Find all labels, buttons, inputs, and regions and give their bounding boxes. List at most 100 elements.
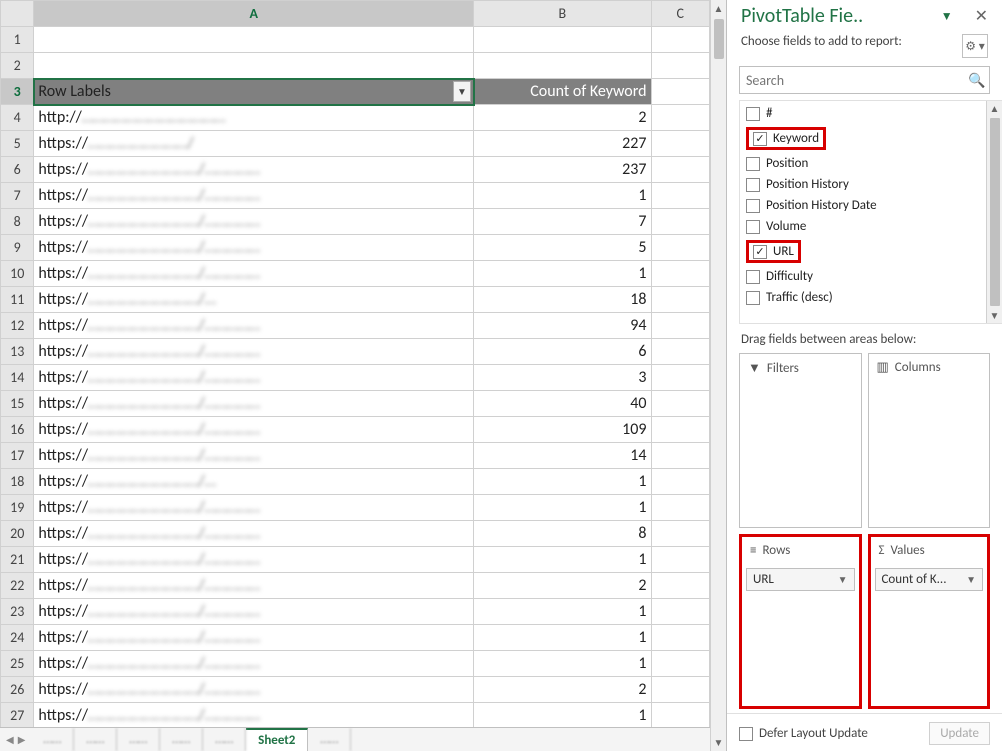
cell[interactable]: https://…………………………/… bbox=[34, 287, 474, 313]
vertical-scrollbar[interactable]: ▲ ▼ bbox=[710, 0, 726, 751]
cell[interactable]: https://…………………………/…………… bbox=[34, 599, 474, 625]
cell[interactable]: https://…………………………/…………… bbox=[34, 573, 474, 599]
row-header[interactable]: 22 bbox=[1, 573, 34, 599]
cell[interactable]: 237 bbox=[474, 157, 652, 183]
row-header[interactable]: 24 bbox=[1, 625, 34, 651]
cell[interactable]: Row Labels▼ bbox=[34, 79, 474, 105]
cell[interactable]: https://…………………………/…………… bbox=[34, 261, 474, 287]
update-button[interactable]: Update bbox=[929, 722, 990, 745]
checkbox[interactable] bbox=[753, 245, 767, 259]
row-header[interactable]: 27 bbox=[1, 703, 34, 728]
grid[interactable]: A B C 123Row Labels▼Count of Keyword4htt… bbox=[0, 0, 710, 727]
row-header[interactable]: 1 bbox=[1, 27, 34, 53]
cell[interactable]: 7 bbox=[474, 209, 652, 235]
cell[interactable] bbox=[651, 183, 710, 209]
row-header[interactable]: 11 bbox=[1, 287, 34, 313]
cell[interactable]: https://…………………………/…………… bbox=[34, 417, 474, 443]
field--[interactable]: # bbox=[740, 103, 986, 124]
cell[interactable]: https://…………………………/…………… bbox=[34, 677, 474, 703]
cell[interactable]: 1 bbox=[474, 495, 652, 521]
cell[interactable]: https://…………………………/…………… bbox=[34, 209, 474, 235]
row-header[interactable]: 12 bbox=[1, 313, 34, 339]
area-values[interactable]: ΣValues Count of K...▼ bbox=[868, 534, 991, 709]
row-header[interactable]: 26 bbox=[1, 677, 34, 703]
row-header[interactable]: 16 bbox=[1, 417, 34, 443]
cell[interactable] bbox=[34, 53, 474, 79]
col-header-C[interactable]: C bbox=[651, 1, 710, 27]
field-traffic-desc-[interactable]: Traffic (desc) bbox=[740, 287, 986, 308]
cell[interactable]: 2 bbox=[474, 573, 652, 599]
cell[interactable]: https://…………………………/…………… bbox=[34, 651, 474, 677]
cell[interactable]: 5 bbox=[474, 235, 652, 261]
cell[interactable] bbox=[651, 105, 710, 131]
field-difficulty[interactable]: Difficulty bbox=[740, 266, 986, 287]
cell[interactable]: 2 bbox=[474, 105, 652, 131]
row-header[interactable]: 21 bbox=[1, 547, 34, 573]
cell[interactable]: 18 bbox=[474, 287, 652, 313]
row-header[interactable]: 20 bbox=[1, 521, 34, 547]
row-header[interactable]: 23 bbox=[1, 599, 34, 625]
cell[interactable]: 8 bbox=[474, 521, 652, 547]
checkbox[interactable] bbox=[753, 132, 767, 146]
cell[interactable] bbox=[651, 27, 710, 53]
area-filters[interactable]: ▼Filters bbox=[739, 353, 862, 528]
rows-pill-url[interactable]: URL▼ bbox=[746, 568, 855, 591]
cell[interactable] bbox=[651, 235, 710, 261]
checkbox[interactable] bbox=[746, 270, 760, 284]
gear-icon[interactable]: ⚙ ▾ bbox=[962, 34, 988, 58]
checkbox[interactable] bbox=[746, 157, 760, 171]
row-header[interactable]: 9 bbox=[1, 235, 34, 261]
col-header-A[interactable]: A bbox=[34, 1, 474, 27]
cell[interactable] bbox=[651, 521, 710, 547]
field-list[interactable]: #KeywordPositionPosition HistoryPosition… bbox=[740, 101, 986, 323]
cell[interactable] bbox=[651, 417, 710, 443]
cell[interactable]: 109 bbox=[474, 417, 652, 443]
cell[interactable] bbox=[34, 27, 474, 53]
checkbox[interactable] bbox=[746, 220, 760, 234]
field-position-history-date[interactable]: Position History Date bbox=[740, 195, 986, 216]
row-header[interactable]: 19 bbox=[1, 495, 34, 521]
cell[interactable] bbox=[651, 391, 710, 417]
cell[interactable]: 1 bbox=[474, 469, 652, 495]
checkbox[interactable] bbox=[746, 199, 760, 213]
cell[interactable]: https://…………………………/…………… bbox=[34, 313, 474, 339]
cell[interactable]: 1 bbox=[474, 547, 652, 573]
cell[interactable]: https://…………………………/… bbox=[34, 469, 474, 495]
field-url[interactable]: URL bbox=[740, 237, 986, 266]
cell[interactable]: https://………………………/ bbox=[34, 131, 474, 157]
cell[interactable]: 227 bbox=[474, 131, 652, 157]
cell[interactable]: Count of Keyword bbox=[474, 79, 652, 105]
cell[interactable]: 1 bbox=[474, 599, 652, 625]
area-columns[interactable]: ▥Columns bbox=[868, 353, 991, 528]
cell[interactable] bbox=[651, 131, 710, 157]
cell[interactable]: 40 bbox=[474, 391, 652, 417]
cell[interactable]: 1 bbox=[474, 651, 652, 677]
field-position[interactable]: Position bbox=[740, 153, 986, 174]
cell[interactable]: https://…………………………/…………… bbox=[34, 547, 474, 573]
cell[interactable] bbox=[651, 469, 710, 495]
cell[interactable] bbox=[651, 651, 710, 677]
cell[interactable]: 1 bbox=[474, 625, 652, 651]
cell[interactable] bbox=[651, 495, 710, 521]
row-header[interactable]: 4 bbox=[1, 105, 34, 131]
cell[interactable] bbox=[651, 53, 710, 79]
row-header[interactable]: 3 bbox=[1, 79, 34, 105]
cell[interactable] bbox=[651, 443, 710, 469]
checkbox[interactable] bbox=[746, 178, 760, 192]
cell[interactable]: https://…………………………/…………… bbox=[34, 391, 474, 417]
row-header[interactable]: 5 bbox=[1, 131, 34, 157]
cell[interactable]: 3 bbox=[474, 365, 652, 391]
cell[interactable] bbox=[651, 365, 710, 391]
row-header[interactable]: 13 bbox=[1, 339, 34, 365]
cell[interactable] bbox=[651, 599, 710, 625]
search-input[interactable] bbox=[740, 72, 965, 89]
row-header[interactable]: 18 bbox=[1, 469, 34, 495]
cell[interactable]: 94 bbox=[474, 313, 652, 339]
cell[interactable]: https://…………………………/…………… bbox=[34, 183, 474, 209]
cell[interactable]: https://…………………………/…………… bbox=[34, 443, 474, 469]
cell[interactable] bbox=[651, 157, 710, 183]
cell[interactable]: http://………………………………… bbox=[34, 105, 474, 131]
cell[interactable] bbox=[651, 625, 710, 651]
tab-scroll-buttons[interactable]: ◀ ▶ bbox=[0, 728, 31, 751]
cell[interactable] bbox=[474, 27, 652, 53]
